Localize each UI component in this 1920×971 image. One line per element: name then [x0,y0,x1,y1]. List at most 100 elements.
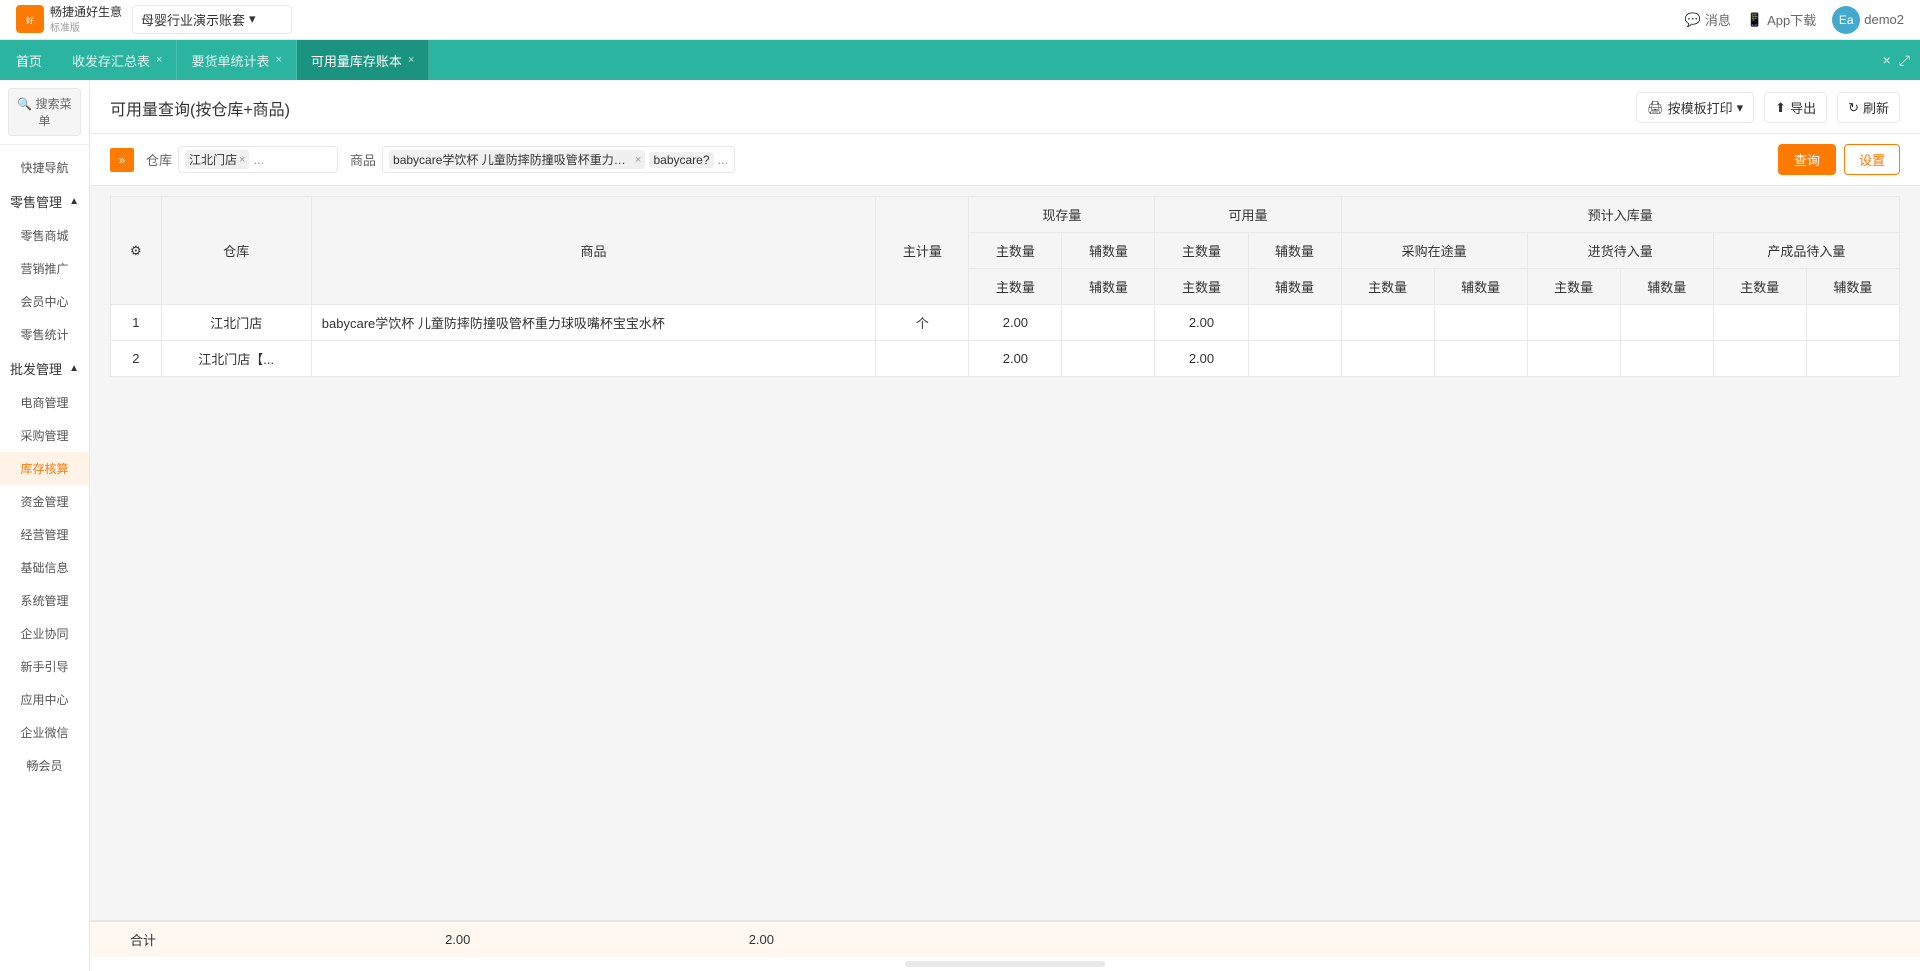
sidebar-item-purchase-mgmt[interactable]: 采购管理 [0,419,89,452]
search-menu-button[interactable]: 🔍 搜索菜单 [8,88,81,136]
col-header-expected-group: 预计入库量 [1341,197,1899,233]
cell-warehouse: 江北门店 [161,305,311,341]
print-icon: 🖨 [1647,100,1664,116]
table-row: 1 江北门店 babycare学饮杯 儿童防摔防撞吸管杯重力球吸嘴杯宝宝水杯 个… [111,305,1900,341]
cell-avail-aux [1248,305,1341,341]
col-header-stock-aux: 辅数量 [1062,233,1155,269]
top-bar: 好 畅捷通好生意 标准版 母婴行业演示账套 ▾ 💬 消息 📱 App下载 Ea … [0,0,1920,40]
cell-warehouse: 江北门店【... [161,341,311,377]
top-bar-left: 好 畅捷通好生意 标准版 母婴行业演示账套 ▾ [16,5,292,34]
cell-production-main [1713,341,1806,377]
warehouse-tags-input[interactable]: 江北门店 × ... [178,146,338,173]
user-profile[interactable]: Ea demo2 [1832,6,1904,34]
col-header-stock-aux-2: 辅数量 [1062,269,1155,305]
tab-close-icon[interactable]: × [275,54,281,66]
logo-area: 好 畅捷通好生意 标准版 [16,5,122,34]
sidebar-item-ops-mgmt[interactable]: 经营管理 [0,518,89,551]
sidebar-item-app-center[interactable]: 应用中心 [0,683,89,716]
sidebar-item-enterprise-wechat[interactable]: 企业微信 [0,716,89,749]
warehouse-tag-close[interactable]: × [239,154,245,166]
sidebar-item-zero-shop[interactable]: 零售商城 [0,219,89,252]
cell-index: 2 [111,341,162,377]
top-bar-right: 💬 消息 📱 App下载 Ea demo2 [1685,6,1904,34]
template-print-button[interactable]: 🖨 按模板打印 ▾ [1636,92,1754,123]
message-label: 消息 [1705,10,1731,29]
sidebar-item-inventory-check[interactable]: 库存核算 [0,452,89,485]
cell-purchase-main [1341,305,1434,341]
avatar: Ea [1832,6,1860,34]
col-header-available-group: 可用量 [1155,197,1341,233]
download-button[interactable]: 📱 App下载 [1747,10,1816,29]
arrow-icon: ▲ [69,363,79,374]
warehouse-dots[interactable]: ... [253,152,264,167]
sidebar-item-enterprise[interactable]: 企业协同 [0,617,89,650]
product-tag-0: babycare学饮杯 儿童防摔防撞吸管杯重力球吸嘴杯宝宝水杯 × [389,150,645,169]
product-tags-input[interactable]: babycare学饮杯 儿童防摔防撞吸管杯重力球吸嘴杯宝宝水杯 × babyca… [382,146,735,173]
message-icon: 💬 [1685,12,1701,28]
col-header-purchase-aux: 辅数量 [1434,269,1527,305]
sidebar-item-zero-stat[interactable]: 零售统计 [0,318,89,351]
industry-select[interactable]: 母婴行业演示账套 ▾ [132,5,292,34]
sidebar-item-batch-mgmt[interactable]: 批发管理 ▲ [0,351,89,386]
horizontal-scrollbar[interactable] [905,961,1105,967]
download-label: App下载 [1767,10,1816,29]
cell-incoming-aux [1620,305,1713,341]
sidebar-item-member[interactable]: 会员中心 [0,285,89,318]
sidebar-item-quick-nav[interactable]: 快捷导航 [0,151,89,184]
cell-purchase-aux [1434,341,1527,377]
export-icon: ⬆ [1775,100,1786,116]
col-header-production-aux: 辅数量 [1806,269,1899,305]
message-button[interactable]: 💬 消息 [1685,10,1731,29]
sidebar-item-new-guide[interactable]: 新手引导 [0,650,89,683]
col-header-avail-aux-2: 辅数量 [1248,269,1341,305]
tab-purchase-order[interactable]: 要货单统计表 × [177,40,296,80]
cell-index: 1 [111,305,162,341]
sidebar-item-basic-info[interactable]: 基础信息 [0,551,89,584]
tab-available-inventory[interactable]: 可用量库存账本 × [297,40,429,80]
cell-production-aux [1806,305,1899,341]
col-header-purchase-main: 主数量 [1341,269,1434,305]
col-header-unit: 主计量 [876,197,969,305]
col-header-incoming-group: 进货待入量 [1527,233,1713,269]
filter-expand-button[interactable]: » [110,148,134,172]
sidebar-item-marketing[interactable]: 营销推广 [0,252,89,285]
sidebar-item-zero-sales[interactable]: 零售管理 ▲ [0,184,89,219]
maximize-button[interactable]: ⤢ [1899,52,1910,69]
query-button[interactable]: 查询 [1778,144,1836,175]
tab-home[interactable]: 首页 [0,40,58,80]
filter-actions: 查询 设置 [1778,144,1900,175]
sidebar-item-ecom-mgmt[interactable]: 电商管理 [0,386,89,419]
sidebar-item-finance-mgmt[interactable]: 资金管理 [0,485,89,518]
product-tag-close-0[interactable]: × [635,154,641,166]
sidebar-item-vip-member[interactable]: 畅会员 [0,749,89,782]
cell-avail-main: 2.00 [1155,341,1248,377]
tab-close-icon[interactable]: × [156,54,162,66]
col-header-incoming-aux: 辅数量 [1620,269,1713,305]
table-row: 2 江北门店【... 2.00 2.00 [111,341,1900,377]
page-header-actions: 🖨 按模板打印 ▾ ⬆ 导出 ↻ 刷新 [1636,92,1900,133]
search-icon: 🔍 [17,97,32,111]
tab-receivables[interactable]: 收发存汇总表 × [58,40,177,80]
sidebar: 🔍 搜索菜单 快捷导航 零售管理 ▲ 零售商城 营销推广 会员中心 零售统计 [0,80,90,971]
sidebar-item-sys-mgmt[interactable]: 系统管理 [0,584,89,617]
col-header-purchase-group: 采购在途量 [1341,233,1527,269]
col-header-incoming-main: 主数量 [1527,269,1620,305]
tab-close-icon[interactable]: × [408,54,414,66]
nav-tabs-right: × ⤢ [1873,40,1920,80]
cell-stock-aux [1062,305,1155,341]
col-header-product: 商品 [311,197,876,305]
product-tag-1: babycare? [649,152,713,168]
close-all-tabs-button[interactable]: × [1883,52,1891,68]
refresh-button[interactable]: ↻ 刷新 [1837,92,1900,123]
filter-area: » 仓库 江北门店 × ... 商品 babycare学饮杯 儿童防摔防撞吸管杯… [90,134,1920,186]
col-header-stock-main: 主数量 [969,233,1062,269]
cell-incoming-main [1527,305,1620,341]
export-button[interactable]: ⬆ 导出 [1764,92,1827,123]
warehouse-tag: 江北门店 × [185,150,249,169]
product-dots[interactable]: ... [718,152,729,167]
warehouse-label: 仓库 [146,150,172,169]
scroll-bar-area [90,957,1920,971]
settings-button[interactable]: 设置 [1844,144,1900,175]
warehouse-filter: 仓库 江北门店 × ... [146,146,338,173]
col-header-settings[interactable]: ⚙ [111,197,162,305]
